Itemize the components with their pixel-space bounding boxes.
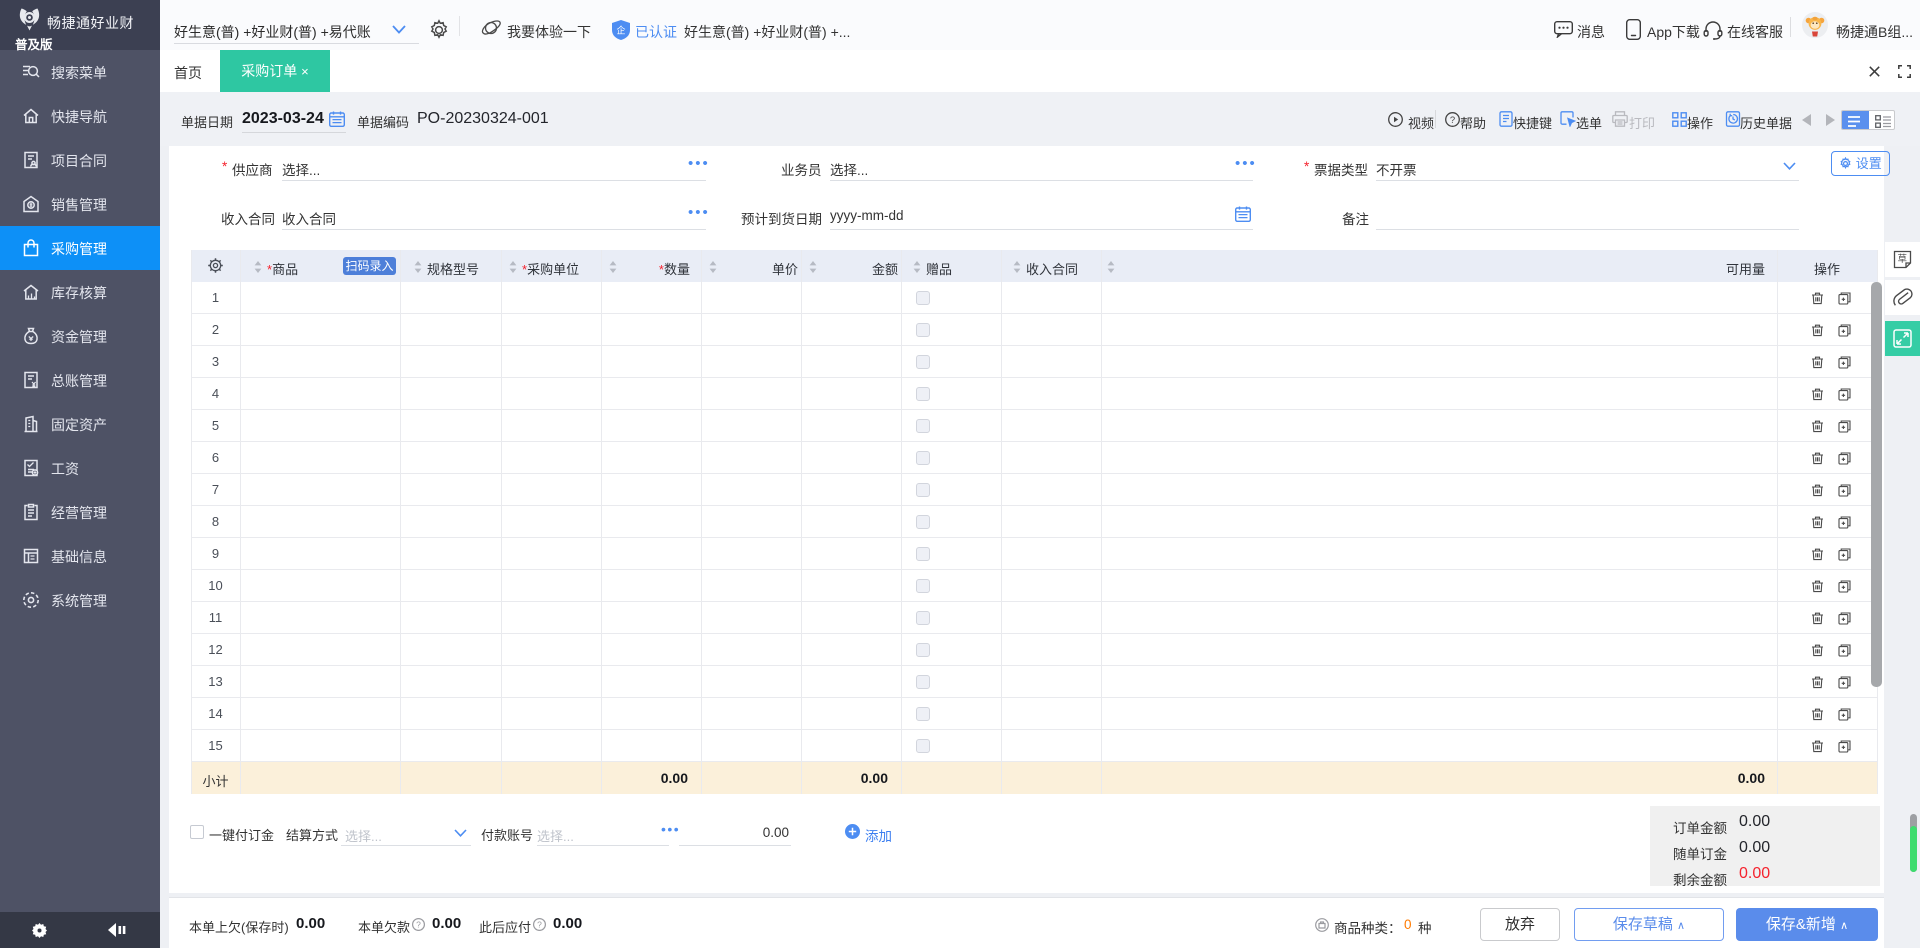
svg-text:?: ? [537, 920, 542, 930]
svg-text:?: ? [416, 920, 421, 930]
svg-text:企: 企 [616, 25, 625, 36]
svg-text:草: 草 [1897, 253, 1907, 265]
svg-text:?: ? [1450, 115, 1455, 126]
